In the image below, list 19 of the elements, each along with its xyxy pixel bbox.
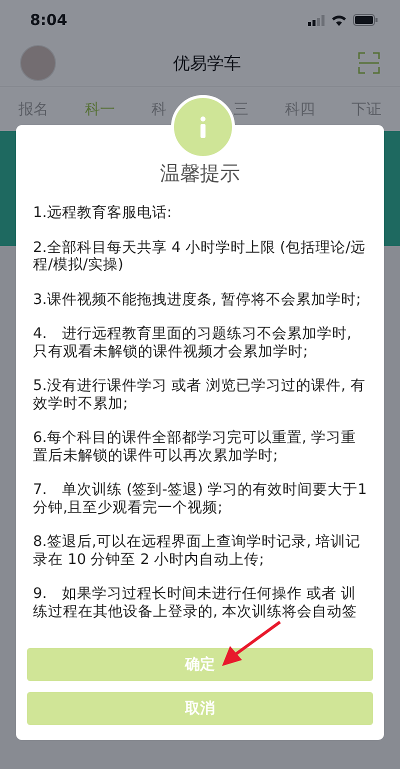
scan-icon[interactable] xyxy=(358,52,380,74)
avatar[interactable] xyxy=(20,45,56,81)
notice-text: 6.每个科目的课件全部都学习完可以重置, 学习重置后未解锁的课件可以再次累加学时; xyxy=(33,430,358,465)
signal-icon xyxy=(308,14,325,26)
notice-text: 2.全部科目每天共享 4 小时学时上限 (包括理论/远程/模拟/实操) xyxy=(33,240,366,274)
tab[interactable]: 科一 xyxy=(84,100,115,118)
status-time: 8:04 xyxy=(30,11,68,29)
notice-text: 8.签退后,可以在远程界面上查询学时记录, 培训记录在 10 分钟至 2 小时内自动上传; xyxy=(33,534,362,569)
app-title: 优易学车 xyxy=(173,52,241,74)
wifi-icon xyxy=(331,14,347,26)
dialog-title: 温馨提示 xyxy=(159,160,241,187)
notice-text: 7. 单次训练 (签到-签退) 学习的有效时间要大于1分钟,且至少观看完一个视频; xyxy=(33,482,367,517)
notice-text: 3.课件视频不能拖拽进度条, 暂停将不会累加学时; xyxy=(33,292,362,309)
dialog-button[interactable]: 确定 xyxy=(27,648,373,681)
notice-text: 4. 进行远程教育里面的习题练习不会累加学时, 只有观看未解锁的课件视频才会累加学时; xyxy=(33,326,352,361)
battery-icon xyxy=(353,14,378,26)
dialog-button[interactable]: 取消 xyxy=(27,692,373,725)
notice-text: 9. 如果学习过程长时间未进行任何操作 或者 训练过程在其他设备上登录的, 本次训练将会自动签 xyxy=(33,586,358,621)
notice-text: 5.没有进行课件学习 或者 浏览已学习过的课件, 有效学时不累加; xyxy=(33,378,366,413)
